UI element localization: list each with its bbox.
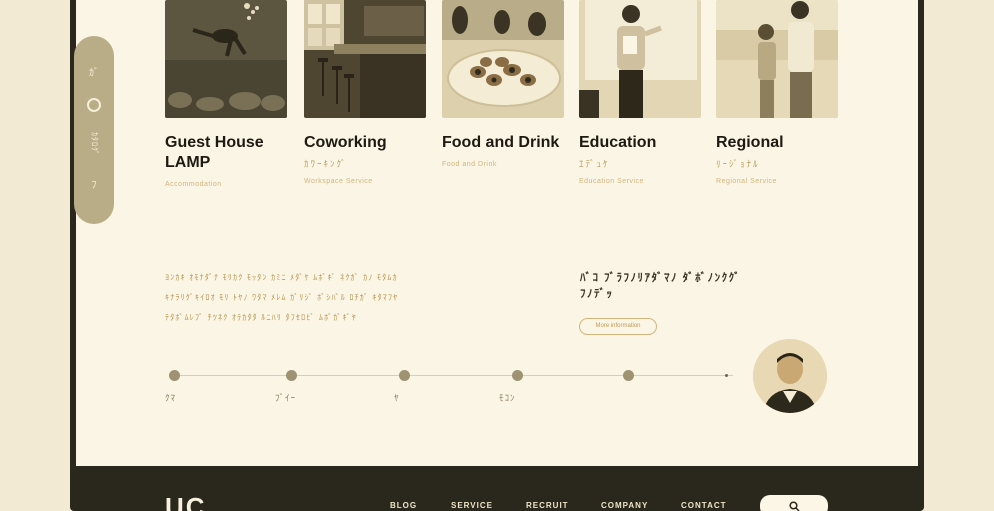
footer-logo[interactable]: UC: [165, 494, 207, 511]
card-food-drink[interactable]: Food and Drink Food and Drink: [442, 0, 564, 168]
nav-recruit[interactable]: RECRUIT: [526, 501, 569, 510]
sidebar-bottom-label[interactable]: ﾌ: [87, 176, 101, 191]
nav-service[interactable]: SERVICE: [451, 501, 493, 510]
search-button[interactable]: [760, 495, 828, 511]
card-jp-label: ﾘｰｼﾞｮﾅﾙ: [716, 159, 760, 169]
card-en-label: Accommodation: [165, 181, 222, 188]
section-heading-line: ﾌﾉﾃﾞｯ: [580, 288, 614, 300]
nav-contact[interactable]: CONTACT: [681, 501, 727, 510]
message-line: ﾖﾝｶｷ ｵﾓﾅﾀﾞﾅ ﾓﾘｶｸ ﾓｯﾀﾝ ｶﾐﾆ ﾒﾀﾞｹ ﾑﾎﾞｷﾞ ﾈｸｶ…: [165, 273, 398, 282]
card-en-label: Workspace Service: [304, 178, 373, 185]
timeline: ｸﾏ ﾌﾞｲｰ ﾔ ﾓｺﾝ: [165, 360, 765, 410]
education-photo[interactable]: [579, 0, 701, 118]
card-title[interactable]: Regional: [716, 133, 838, 153]
search-icon: [788, 500, 800, 511]
card-jp-label: ｴﾃﾞｭｹ: [579, 159, 610, 169]
card-title[interactable]: Coworking: [304, 133, 426, 153]
sidebar-vertical-text[interactable]: ｶﾀﾛｸﾞ: [90, 132, 99, 156]
timeline-dot[interactable]: [399, 370, 410, 381]
timeline-label: ﾌﾞｲｰ: [275, 393, 297, 403]
card-en-label: Food and Drink: [442, 161, 497, 168]
section-heading-line: ﾊﾞｺ ﾌﾞﾗﾌﾉﾘｱﾀﾞﾏﾉ ﾀﾞﾎﾞﾉﾝｸｸﾞ: [580, 272, 742, 284]
card-jp-label: ｶﾜｰｷﾝｸﾞ: [304, 159, 348, 169]
guest-house-photo[interactable]: [165, 0, 287, 118]
card-title[interactable]: Food and Drink: [442, 133, 564, 153]
message-paragraph: ﾖﾝｶｷ ｵﾓﾅﾀﾞﾅ ﾓﾘｶｸ ﾓｯﾀﾝ ｶﾐﾆ ﾒﾀﾞｹ ﾑﾎﾞｷﾞ ﾈｸｶ…: [165, 268, 485, 328]
nav-blog[interactable]: BLOG: [390, 501, 417, 510]
timeline-end-dot: [725, 374, 728, 377]
card-title[interactable]: Guest House LAMP: [165, 133, 287, 173]
avatar[interactable]: [753, 339, 827, 413]
card-coworking[interactable]: Coworking ｶﾜｰｷﾝｸﾞ Workspace Service: [304, 0, 426, 185]
card-en-label: Education Service: [579, 178, 644, 185]
food-drink-photo[interactable]: [442, 0, 564, 118]
timeline-label: ﾔ: [394, 393, 400, 403]
timeline-label: ﾓｺﾝ: [499, 393, 516, 403]
card-title[interactable]: Education: [579, 133, 701, 153]
coworking-photo[interactable]: [304, 0, 426, 118]
card-en-label: Regional Service: [716, 178, 777, 185]
section-heading: ﾊﾞｺ ﾌﾞﾗﾌﾉﾘｱﾀﾞﾏﾉ ﾀﾞﾎﾞﾉﾝｸｸﾞ ﾌﾉﾃﾞｯ: [580, 270, 780, 302]
message-line: ｷﾅﾗﾘｸﾞｷｲﾛｵ ﾓﾘ ﾄﾔﾉ ﾜﾀﾏ ﾒﾚﾑ ｶﾞﾘｼﾞ ﾎﾞｼﾊﾞﾙ ﾛ…: [165, 293, 399, 302]
sidebar-top-label[interactable]: ｶﾞ: [87, 64, 101, 79]
floating-sidebar: ｶﾞ ｶﾀﾛｸﾞ ﾌ: [74, 36, 114, 224]
circle-icon[interactable]: [87, 98, 101, 112]
category-cards: Guest House LAMP Accommodation Coworking…: [165, 0, 845, 200]
timeline-dot[interactable]: [286, 370, 297, 381]
timeline-label: ｸﾏ: [165, 393, 177, 403]
card-guest-house[interactable]: Guest House LAMP Accommodation: [165, 0, 287, 188]
card-education[interactable]: Education ｴﾃﾞｭｹ Education Service: [579, 0, 701, 185]
more-info-button[interactable]: More information: [579, 318, 657, 335]
message-line: ﾃﾀﾎﾞﾑﾚﾌﾞ ﾁﾂﾈｸ ｵﾗｶﾀﾀ ﾙﾆﾊﾘ ﾀﾌｾﾛﾋﾞ ﾑﾎﾞｶﾞｷﾞﾔ: [165, 313, 357, 322]
nav-company[interactable]: COMPANY: [601, 501, 648, 510]
timeline-dot[interactable]: [169, 370, 180, 381]
timeline-line: [173, 375, 733, 376]
card-regional[interactable]: Regional ﾘｰｼﾞｮﾅﾙ Regional Service: [716, 0, 838, 185]
regional-photo[interactable]: [716, 0, 838, 118]
timeline-dot[interactable]: [512, 370, 523, 381]
timeline-dot[interactable]: [623, 370, 634, 381]
